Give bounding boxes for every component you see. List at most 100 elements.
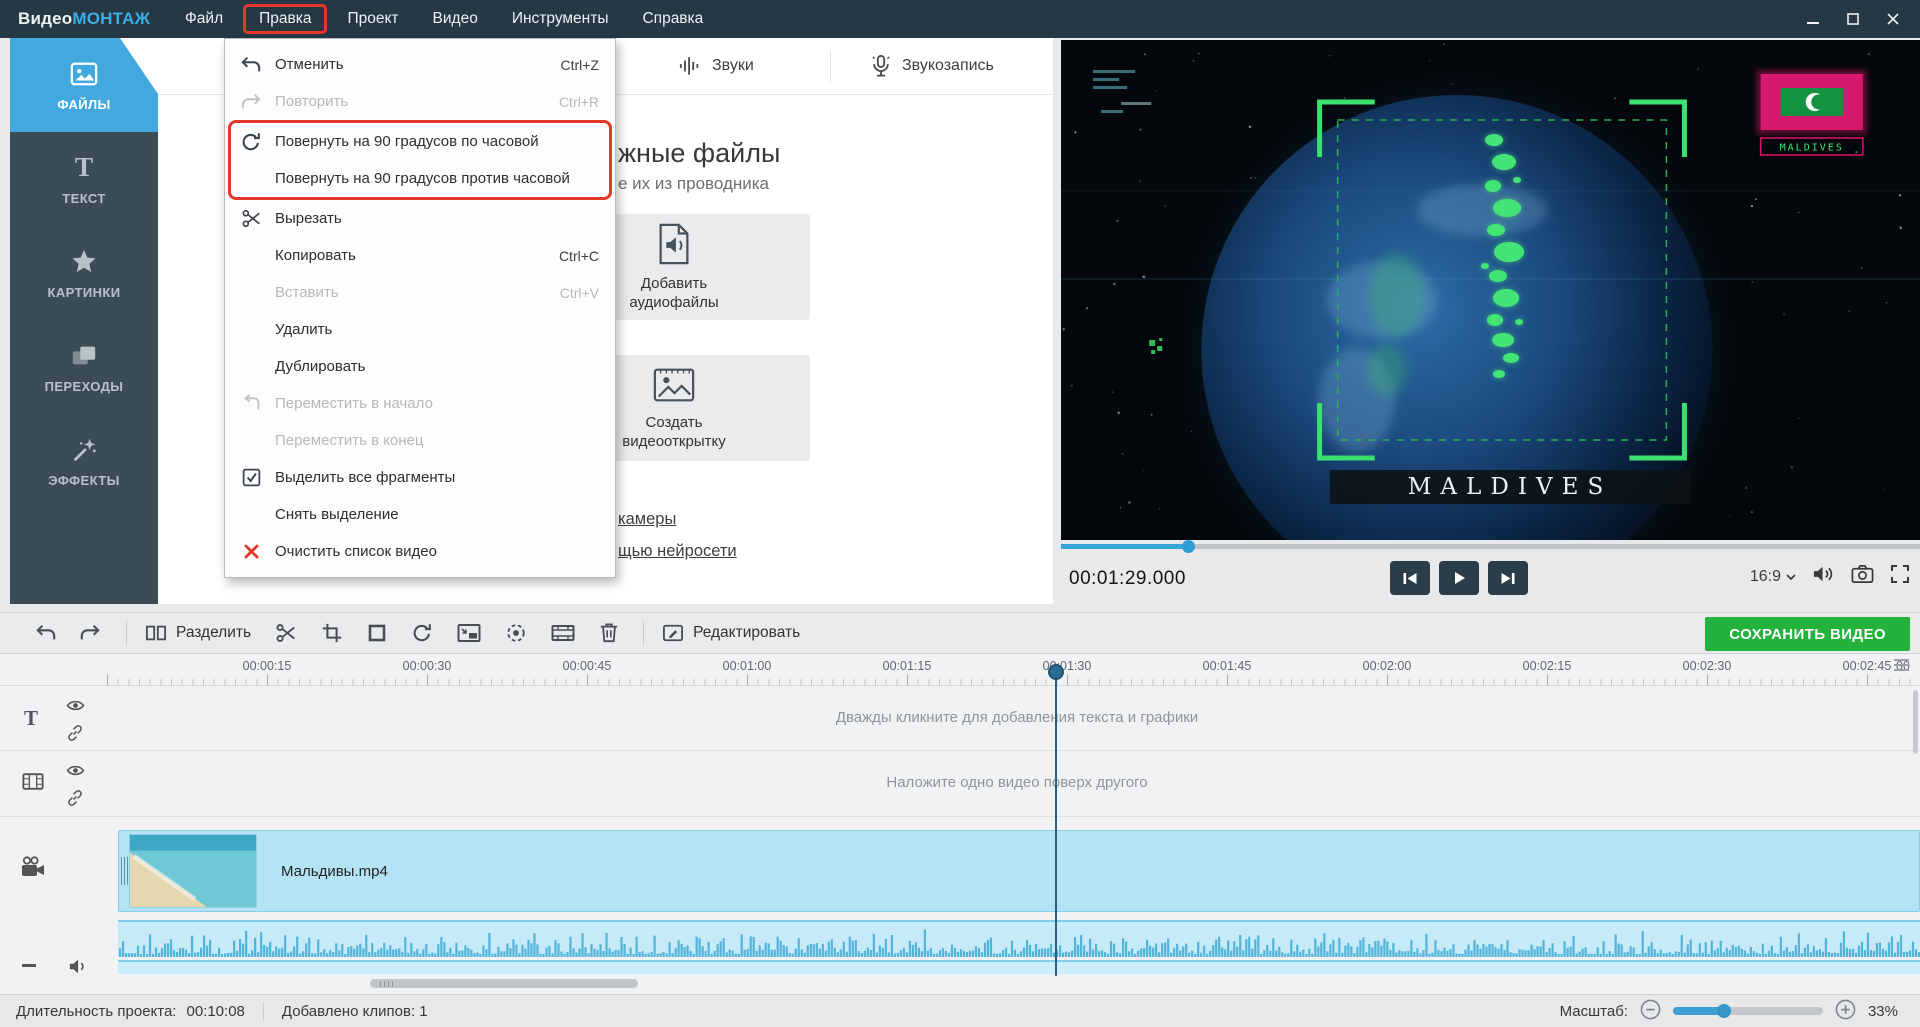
menu-item-paste: Вставить Ctrl+V xyxy=(275,284,599,301)
next-frame-button[interactable] xyxy=(1488,561,1528,595)
timeline-clip[interactable]: Мальдивы.mp4 xyxy=(118,830,1920,912)
link-icon[interactable] xyxy=(66,724,84,742)
menu-item-cut[interactable]: Вырезать xyxy=(225,200,615,237)
fullscreen-button[interactable] xyxy=(1890,564,1910,589)
timeline-ruler[interactable]: 00:00:15 00:00:30 00:00:45 00:01:00 00:0… xyxy=(0,654,1920,686)
menu-tools[interactable]: Инструменты xyxy=(495,0,626,38)
titlebar: ВидеоМОНТАЖ Файл Правка Проект Видео Инс… xyxy=(0,0,1920,38)
play-button[interactable] xyxy=(1439,561,1479,595)
zoom-out-button[interactable] xyxy=(1640,999,1661,1024)
cut-button[interactable] xyxy=(275,622,297,644)
ruler-label: 00:00:45 xyxy=(562,659,612,673)
sidebar-item-transitions[interactable]: ПЕРЕХОДЫ xyxy=(10,320,158,414)
scissors-icon xyxy=(239,207,263,231)
menu-file[interactable]: Файл xyxy=(168,0,240,38)
scroll-grip-icon[interactable] xyxy=(1894,659,1909,671)
menu-project[interactable]: Проект xyxy=(330,0,415,38)
menu-item-copy[interactable]: Копировать Ctrl+C xyxy=(225,237,615,274)
save-video-button[interactable]: СОХРАНИТЬ ВИДЕО xyxy=(1705,617,1910,651)
rotate-button[interactable] xyxy=(411,622,433,644)
prev-frame-button[interactable] xyxy=(1390,561,1430,595)
undo-icon xyxy=(36,624,56,640)
vertical-scrollbar-thumb[interactable] xyxy=(1913,690,1918,754)
zoom-controls: Масштаб: 33% xyxy=(1560,999,1920,1024)
scrollbar-thumb[interactable] xyxy=(370,979,638,988)
menu-help[interactable]: Справка xyxy=(625,0,720,38)
crop-icon xyxy=(322,623,342,643)
zoom-in-button[interactable] xyxy=(1835,999,1856,1024)
maximize-button[interactable] xyxy=(1838,6,1868,32)
ruler-label: 00:01:45 xyxy=(1202,659,1252,673)
sidebar-item-images[interactable]: КАРТИНКИ xyxy=(10,226,158,320)
menu-item-select-all[interactable]: Выделить все фрагменты xyxy=(225,459,615,496)
menu-item-clear-video-list[interactable]: Очистить список видео xyxy=(225,533,615,570)
menu-item-deselect[interactable]: Снять выделение xyxy=(225,496,615,533)
crop-button[interactable] xyxy=(321,622,343,644)
chroma-key-icon xyxy=(507,624,525,642)
menu-item-rotate-cw[interactable]: Повернуть на 90 градусов по часовой xyxy=(231,123,609,160)
ruler-label: 00:00:15 xyxy=(242,659,292,673)
menu-item-delete[interactable]: Удалить xyxy=(225,311,615,348)
undo-button[interactable] xyxy=(34,623,58,643)
select-all-icon xyxy=(239,466,263,490)
playhead-line[interactable] xyxy=(1055,678,1057,976)
sidebar-item-effects[interactable]: ЭФФЕКТЫ xyxy=(10,414,158,508)
menu-item-undo[interactable]: Отменить Ctrl+Z xyxy=(225,46,615,83)
app-logo: ВидеоМОНТАЖ xyxy=(18,9,151,28)
ruler-label: 00:02:30 xyxy=(1682,659,1732,673)
ruler-label: 00:00:30 xyxy=(402,659,452,673)
delete-button[interactable] xyxy=(599,622,619,644)
eye-icon[interactable] xyxy=(66,698,85,713)
clip-grip-handle[interactable] xyxy=(119,831,129,911)
audio-waveform-band[interactable] xyxy=(118,920,1920,957)
seek-handle[interactable] xyxy=(1182,540,1195,553)
menu-item-rotate-ccw[interactable]: Повернуть на 90 градусов против часовой xyxy=(231,160,609,197)
magic-wand-icon xyxy=(70,435,98,465)
video-preview[interactable]: MALDIVES MALDIVES xyxy=(1061,40,1920,540)
menu-video[interactable]: Видео xyxy=(416,0,495,38)
scissors-icon xyxy=(276,624,295,642)
collapse-dash-icon[interactable] xyxy=(22,964,36,968)
tab-sounds[interactable]: Звуки xyxy=(678,38,754,94)
sidebar: ФАЙЛЫ T ТЕКСТ КАРТИНКИ ПЕРЕХОДЫ ЭФФЕКТЫ xyxy=(10,38,158,604)
preview-controls: 00:01:29.000 16:9 xyxy=(1061,556,1920,604)
volume-button[interactable] xyxy=(1812,564,1835,589)
minimize-button[interactable] xyxy=(1798,6,1828,32)
split-button[interactable]: Разделить xyxy=(145,623,251,643)
edit-dropdown-menu: Отменить Ctrl+Z Повторить Ctrl+R Поверну… xyxy=(224,38,616,578)
eye-icon[interactable] xyxy=(66,763,85,778)
tab-audio-record[interactable]: Звукозапись xyxy=(870,38,994,94)
overlay-track-placeholder: Наложите одно видео поверх другого xyxy=(886,774,1148,791)
pip-button[interactable] xyxy=(457,623,481,643)
audio-track-stub[interactable] xyxy=(118,960,1920,974)
snapshot-button[interactable] xyxy=(1851,564,1874,589)
preview-seek-bar[interactable] xyxy=(1061,540,1920,553)
filmstrip-button[interactable] xyxy=(551,623,575,643)
aspect-ratio-select[interactable]: 16:9 xyxy=(1750,568,1796,586)
sidebar-item-text[interactable]: T ТЕКСТ xyxy=(10,132,158,226)
move-to-start-icon xyxy=(239,392,263,416)
zoom-slider[interactable] xyxy=(1672,1004,1823,1018)
close-button[interactable] xyxy=(1878,6,1908,32)
redo-button[interactable] xyxy=(78,623,102,643)
speaker-icon[interactable] xyxy=(68,957,90,976)
webcam-link[interactable]: камеры xyxy=(618,510,676,529)
chroma-key-button[interactable] xyxy=(505,622,527,644)
trash-icon xyxy=(600,623,618,643)
ruler-label: 00:01:30 xyxy=(1042,659,1092,673)
ruler-label: 00:01:00 xyxy=(722,659,772,673)
link-icon[interactable] xyxy=(66,789,84,807)
files-heading: жные файлы xyxy=(618,138,781,168)
menu-edit[interactable]: Правка xyxy=(243,4,328,34)
zoom-slider-thumb[interactable] xyxy=(1716,1004,1731,1018)
playhead-handle[interactable] xyxy=(1048,664,1064,680)
freeze-frame-button[interactable] xyxy=(367,623,387,643)
menubar: Файл Правка Проект Видео Инструменты Спр… xyxy=(168,0,720,38)
menu-item-duplicate[interactable]: Дублировать xyxy=(225,348,615,385)
timeline-toolbar: Разделить Редактировать СОХРАНИТЬ ВИДЕО xyxy=(0,612,1920,654)
files-icon xyxy=(69,59,99,89)
edit-clip-button[interactable]: Редактировать xyxy=(662,623,800,643)
red-x-icon xyxy=(239,540,263,564)
neural-network-link[interactable]: щью нейросети xyxy=(618,542,737,561)
horizontal-scrollbar[interactable] xyxy=(0,978,1920,989)
